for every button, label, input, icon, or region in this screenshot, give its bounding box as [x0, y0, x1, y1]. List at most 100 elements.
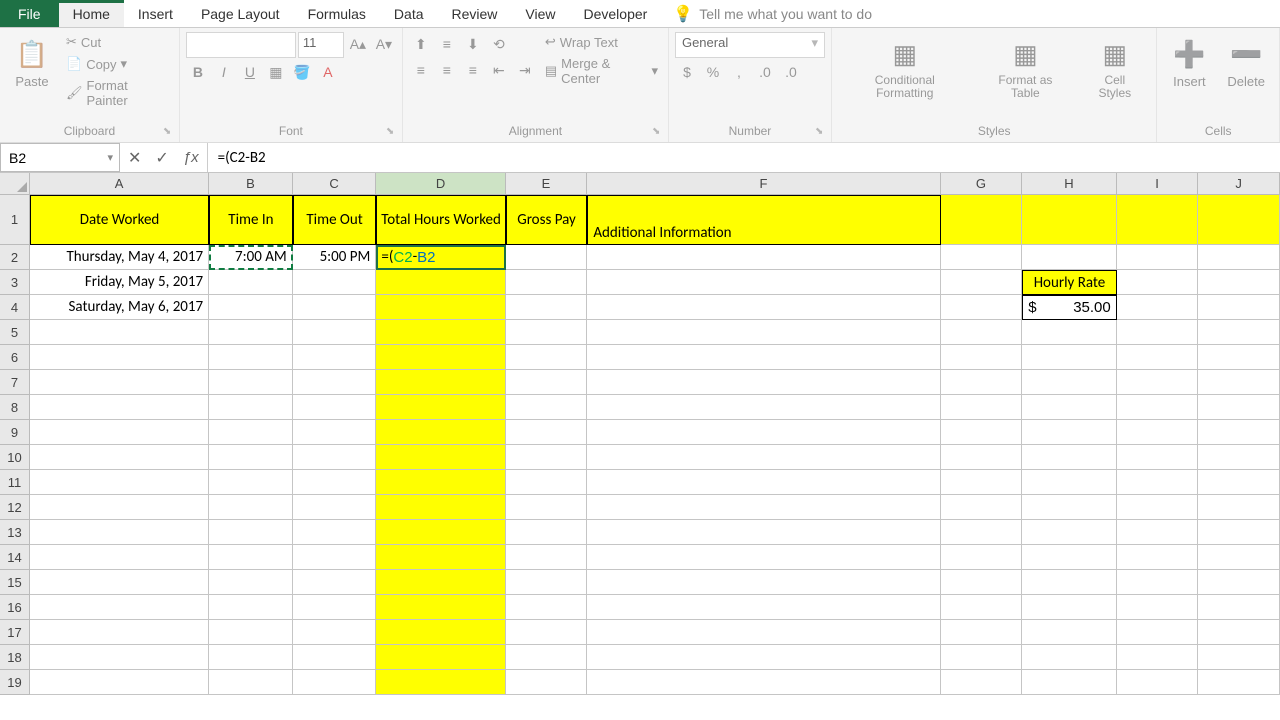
conditional-formatting-button[interactable]: ▦Conditional Formatting — [838, 32, 972, 104]
col-header-h[interactable]: H — [1022, 173, 1117, 195]
tell-me-search[interactable]: 💡 Tell me what you want to do — [661, 0, 884, 27]
enter-formula-icon[interactable]: ✓ — [155, 148, 168, 168]
cell[interactable] — [293, 520, 377, 545]
select-all-corner[interactable] — [0, 173, 30, 195]
cell[interactable] — [506, 570, 588, 595]
tab-insert[interactable]: Insert — [124, 0, 187, 27]
cell[interactable] — [209, 595, 293, 620]
cell[interactable] — [209, 670, 293, 695]
cell[interactable] — [941, 320, 1023, 345]
cell[interactable] — [293, 545, 377, 570]
cell[interactable] — [506, 245, 588, 270]
wrap-text-button[interactable]: ↩Wrap Text — [541, 32, 662, 52]
cell[interactable] — [1117, 570, 1199, 595]
tab-page-layout[interactable]: Page Layout — [187, 0, 294, 27]
name-box[interactable]: B2 — [0, 143, 120, 172]
row-header-11[interactable]: 11 — [0, 470, 30, 495]
cell[interactable] — [1022, 595, 1117, 620]
tab-review[interactable]: Review — [438, 0, 512, 27]
cell[interactable] — [1117, 345, 1199, 370]
cell[interactable] — [941, 470, 1023, 495]
cell-hourly-rate-label[interactable]: Hourly Rate — [1022, 270, 1117, 295]
cell[interactable] — [1198, 245, 1280, 270]
header-date-worked[interactable]: Date Worked — [30, 195, 209, 245]
row-header-7[interactable]: 7 — [0, 370, 30, 395]
cell[interactable] — [209, 545, 293, 570]
cancel-formula-icon[interactable]: ✕ — [128, 148, 141, 168]
cell[interactable] — [1117, 670, 1199, 695]
cell[interactable] — [30, 445, 209, 470]
cell[interactable] — [1198, 670, 1280, 695]
cell[interactable] — [941, 370, 1023, 395]
fill-color-button[interactable]: 🪣 — [290, 60, 314, 84]
cell[interactable] — [587, 320, 940, 345]
cell[interactable] — [506, 545, 588, 570]
italic-button[interactable]: I — [212, 60, 236, 84]
col-header-g[interactable]: G — [941, 173, 1023, 195]
cell[interactable] — [1198, 420, 1280, 445]
align-left-icon[interactable]: ≡ — [409, 58, 433, 82]
cell[interactable] — [30, 420, 209, 445]
col-header-e[interactable]: E — [506, 173, 588, 195]
cell[interactable] — [376, 545, 505, 570]
cell[interactable] — [293, 420, 377, 445]
cell[interactable] — [1198, 270, 1280, 295]
cell[interactable] — [941, 620, 1023, 645]
cell[interactable] — [30, 670, 209, 695]
comma-icon[interactable]: , — [727, 60, 751, 84]
cell[interactable] — [1117, 545, 1199, 570]
row-header-4[interactable]: 4 — [0, 295, 30, 320]
cell[interactable] — [376, 670, 505, 695]
percent-icon[interactable]: % — [701, 60, 725, 84]
cell[interactable] — [1022, 570, 1117, 595]
cell[interactable] — [293, 495, 377, 520]
cut-button[interactable]: ✂Cut — [62, 32, 173, 52]
increase-indent-icon[interactable]: ⇥ — [513, 58, 537, 82]
cell[interactable] — [1198, 345, 1280, 370]
row-header-18[interactable]: 18 — [0, 645, 30, 670]
cell[interactable] — [293, 345, 377, 370]
cell[interactable] — [1117, 270, 1199, 295]
cell[interactable] — [587, 370, 940, 395]
cell[interactable] — [209, 270, 293, 295]
alignment-launcher-icon[interactable]: ⬊ — [652, 126, 664, 138]
cell[interactable] — [587, 545, 940, 570]
cell[interactable] — [1022, 370, 1117, 395]
cell-a2[interactable]: Thursday, May 4, 2017 — [30, 245, 209, 270]
tab-file[interactable]: File — [0, 0, 59, 27]
cell[interactable] — [1198, 370, 1280, 395]
cell[interactable] — [506, 395, 588, 420]
cell[interactable] — [376, 570, 505, 595]
cell[interactable] — [1117, 245, 1199, 270]
row-header-1[interactable]: 1 — [0, 195, 30, 245]
tab-formulas[interactable]: Formulas — [294, 0, 380, 27]
cell[interactable] — [209, 370, 293, 395]
cell-a3[interactable]: Friday, May 5, 2017 — [30, 270, 209, 295]
cell[interactable] — [941, 645, 1023, 670]
row-header-19[interactable]: 19 — [0, 670, 30, 695]
cell[interactable] — [1022, 645, 1117, 670]
cell[interactable] — [293, 320, 377, 345]
align-bottom-icon[interactable]: ⬇ — [461, 32, 485, 56]
cell[interactable] — [376, 645, 505, 670]
cell-d2-editing[interactable]: =(C2-B2 — [376, 245, 505, 270]
col-header-f[interactable]: F — [587, 173, 940, 195]
cell[interactable] — [293, 395, 377, 420]
cell[interactable] — [1117, 595, 1199, 620]
cell[interactable] — [506, 645, 588, 670]
cell[interactable] — [1198, 570, 1280, 595]
increase-font-icon[interactable]: A▴ — [346, 32, 370, 56]
cell[interactable] — [209, 520, 293, 545]
col-header-a[interactable]: A — [30, 173, 209, 195]
cell[interactable] — [941, 445, 1023, 470]
row-header-2[interactable]: 2 — [0, 245, 30, 270]
cell[interactable] — [506, 595, 588, 620]
cell[interactable] — [376, 620, 505, 645]
cell[interactable] — [1198, 520, 1280, 545]
cell-a4[interactable]: Saturday, May 6, 2017 — [30, 295, 209, 320]
cell[interactable] — [30, 495, 209, 520]
cell[interactable] — [1198, 620, 1280, 645]
cell[interactable] — [30, 520, 209, 545]
tab-home[interactable]: Home — [59, 0, 124, 27]
cell[interactable] — [587, 570, 940, 595]
